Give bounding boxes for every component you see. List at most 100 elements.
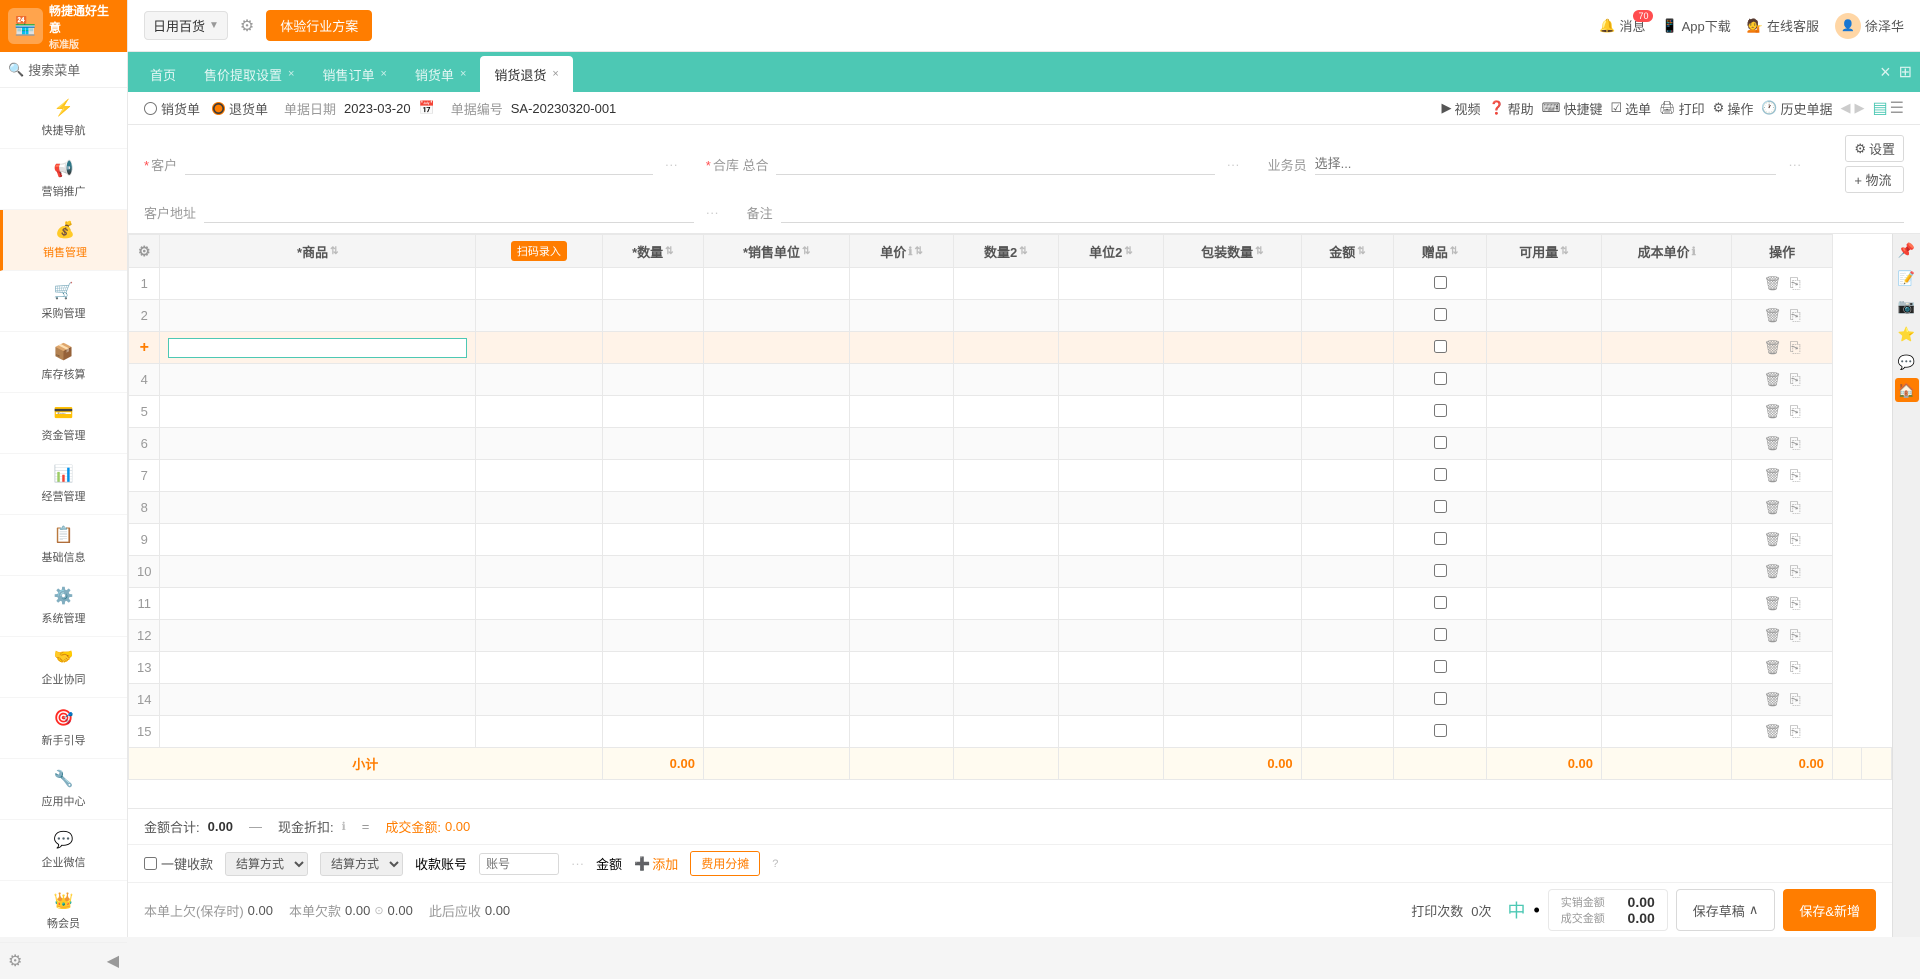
- return-single-radio[interactable]: 退货单: [212, 99, 268, 118]
- gift-checkbox[interactable]: [1434, 660, 1447, 673]
- cost-info-icon[interactable]: ℹ: [1692, 245, 1696, 258]
- gift-checkbox[interactable]: [1434, 372, 1447, 385]
- address-input[interactable]: [204, 201, 694, 223]
- sidebar-item-finance[interactable]: 💳 资金管理: [0, 393, 127, 454]
- online-service-button[interactable]: 💁 在线客服: [1747, 16, 1819, 35]
- copy-row-button[interactable]: ⎘: [1787, 305, 1802, 326]
- copy-row-button[interactable]: ⎘: [1787, 337, 1802, 358]
- product-cell[interactable]: [160, 588, 476, 620]
- gift-checkbox[interactable]: [1434, 692, 1447, 705]
- product-cell[interactable]: [160, 620, 476, 652]
- return-single-radio-input[interactable]: [212, 102, 225, 115]
- gift-checkbox[interactable]: [1434, 532, 1447, 545]
- delete-row-button[interactable]: 🗑: [1762, 689, 1784, 710]
- delete-row-button[interactable]: 🗑: [1762, 369, 1784, 390]
- delete-row-button[interactable]: 🗑: [1762, 625, 1784, 646]
- delete-row-button[interactable]: 🗑: [1762, 337, 1784, 358]
- save-draft-button[interactable]: 保存草稿 ∧: [1676, 889, 1776, 931]
- copy-row-button[interactable]: ⎘: [1787, 433, 1802, 454]
- delete-row-button[interactable]: 🗑: [1762, 433, 1784, 454]
- gift-cell[interactable]: [1394, 652, 1487, 684]
- warehouse-input[interactable]: [776, 153, 1214, 175]
- logistics-button[interactable]: + 物流: [1845, 166, 1904, 193]
- price-info-icon[interactable]: ℹ: [908, 245, 912, 258]
- save-new-button[interactable]: 保存&新增: [1783, 889, 1876, 931]
- sidebar-item-member[interactable]: 👑 畅会员: [0, 881, 127, 942]
- sidebar-item-marketing[interactable]: 📢 营销推广: [0, 149, 127, 210]
- sort-icon[interactable]: ⇅: [1124, 246, 1132, 257]
- calendar-icon[interactable]: 📅: [419, 100, 435, 116]
- product-cell[interactable]: [160, 460, 476, 492]
- user-menu[interactable]: 👤 徐泽华: [1835, 13, 1904, 39]
- product-cell[interactable]: [160, 268, 476, 300]
- sidebar-item-cooperation[interactable]: 🤝 企业协同: [0, 637, 127, 698]
- delete-row-button[interactable]: 🗑: [1762, 465, 1784, 486]
- gift-checkbox[interactable]: [1434, 468, 1447, 481]
- add-row-icon[interactable]: +: [140, 339, 149, 356]
- industry-selector[interactable]: 日用百货 ▼: [144, 11, 228, 40]
- gift-checkbox[interactable]: [1434, 628, 1447, 641]
- shortcut-button[interactable]: ⌨ 快捷键: [1542, 99, 1603, 118]
- one-click-pay-checkbox[interactable]: 一键收款: [144, 854, 213, 873]
- sidebar-item-operations[interactable]: 📊 经营管理: [0, 454, 127, 515]
- scan-input-button[interactable]: 扫码录入: [511, 241, 567, 261]
- delete-row-button[interactable]: 🗑: [1762, 721, 1784, 742]
- table-settings-icon[interactable]: ⚙: [138, 243, 151, 259]
- delete-row-button[interactable]: 🗑: [1762, 401, 1784, 422]
- right-sidebar-note-btn[interactable]: 📝: [1895, 266, 1919, 290]
- sort-icon[interactable]: ⇅: [665, 246, 673, 257]
- copy-row-button[interactable]: ⎘: [1787, 593, 1802, 614]
- sort-icon[interactable]: ⇅: [802, 246, 810, 257]
- product-cell[interactable]: [160, 524, 476, 556]
- product-table-container[interactable]: ⚙ *商品 ⇅ 扫码录入: [128, 234, 1892, 808]
- sidebar-item-basic[interactable]: 📋 基础信息: [0, 515, 127, 576]
- right-sidebar-home-btn[interactable]: 🏠: [1895, 378, 1919, 402]
- delete-row-button[interactable]: 🗑: [1762, 529, 1784, 550]
- tab-sales-return-close[interactable]: ×: [552, 68, 558, 80]
- product-cell[interactable]: [160, 684, 476, 716]
- help-button[interactable]: ❓ 帮助: [1488, 99, 1533, 118]
- staff-picker-icon[interactable]: ···: [1784, 157, 1805, 172]
- sidebar-collapse-btn[interactable]: ◀: [107, 951, 119, 971]
- remark-input[interactable]: [781, 201, 1904, 223]
- video-button[interactable]: ▶ 视频: [1441, 99, 1480, 118]
- settings-button[interactable]: ⚙ 设置: [1845, 135, 1904, 162]
- tab-sales-delivery[interactable]: 销货单 ×: [401, 56, 480, 92]
- product-input[interactable]: [168, 338, 467, 358]
- customer-picker-icon[interactable]: ···: [661, 157, 682, 172]
- discount-info-icon[interactable]: ℹ: [342, 820, 346, 833]
- sales-single-radio[interactable]: 销货单: [144, 99, 200, 118]
- sidebar-item-guide[interactable]: 🎯 新手引导: [0, 698, 127, 759]
- gift-cell[interactable]: [1394, 268, 1487, 300]
- right-sidebar-chat-btn[interactable]: 💬: [1895, 350, 1919, 374]
- product-cell[interactable]: [160, 492, 476, 524]
- copy-row-button[interactable]: ⎘: [1787, 529, 1802, 550]
- gift-cell[interactable]: [1394, 332, 1487, 364]
- product-cell[interactable]: [160, 364, 476, 396]
- sidebar-item-wechat[interactable]: 💬 企业微信: [0, 820, 127, 881]
- copy-row-button[interactable]: ⎘: [1787, 369, 1802, 390]
- one-click-pay-input[interactable]: [144, 857, 157, 870]
- gift-cell[interactable]: [1394, 716, 1487, 748]
- tab-home[interactable]: 首页: [136, 56, 190, 92]
- sidebar-item-quicknav[interactable]: ⚡ 快捷导航: [0, 88, 127, 149]
- gift-cell[interactable]: [1394, 556, 1487, 588]
- gift-checkbox[interactable]: [1434, 276, 1447, 289]
- tab-layout-icon[interactable]: ⊞: [1899, 62, 1912, 82]
- warehouse-picker-icon[interactable]: ···: [1223, 157, 1244, 172]
- product-cell[interactable]: [160, 396, 476, 428]
- gift-cell[interactable]: [1394, 460, 1487, 492]
- copy-row-button[interactable]: ⎘: [1787, 721, 1802, 742]
- sort-icon[interactable]: ⇅: [1560, 246, 1568, 257]
- experience-button[interactable]: 体验行业方案: [266, 10, 372, 41]
- delete-row-button[interactable]: 🗑: [1762, 657, 1784, 678]
- delete-row-button[interactable]: 🗑: [1762, 561, 1784, 582]
- message-button[interactable]: 🔔 消息 70: [1599, 16, 1645, 35]
- sort-icon[interactable]: ⇅: [1255, 246, 1263, 257]
- gift-cell[interactable]: [1394, 620, 1487, 652]
- tab-close-all-icon[interactable]: ×: [1880, 62, 1891, 83]
- product-cell[interactable]: [160, 428, 476, 460]
- gift-checkbox[interactable]: [1434, 404, 1447, 417]
- sidebar-settings-btn[interactable]: ⚙: [8, 951, 22, 971]
- tab-sales-order-close[interactable]: ×: [380, 68, 386, 80]
